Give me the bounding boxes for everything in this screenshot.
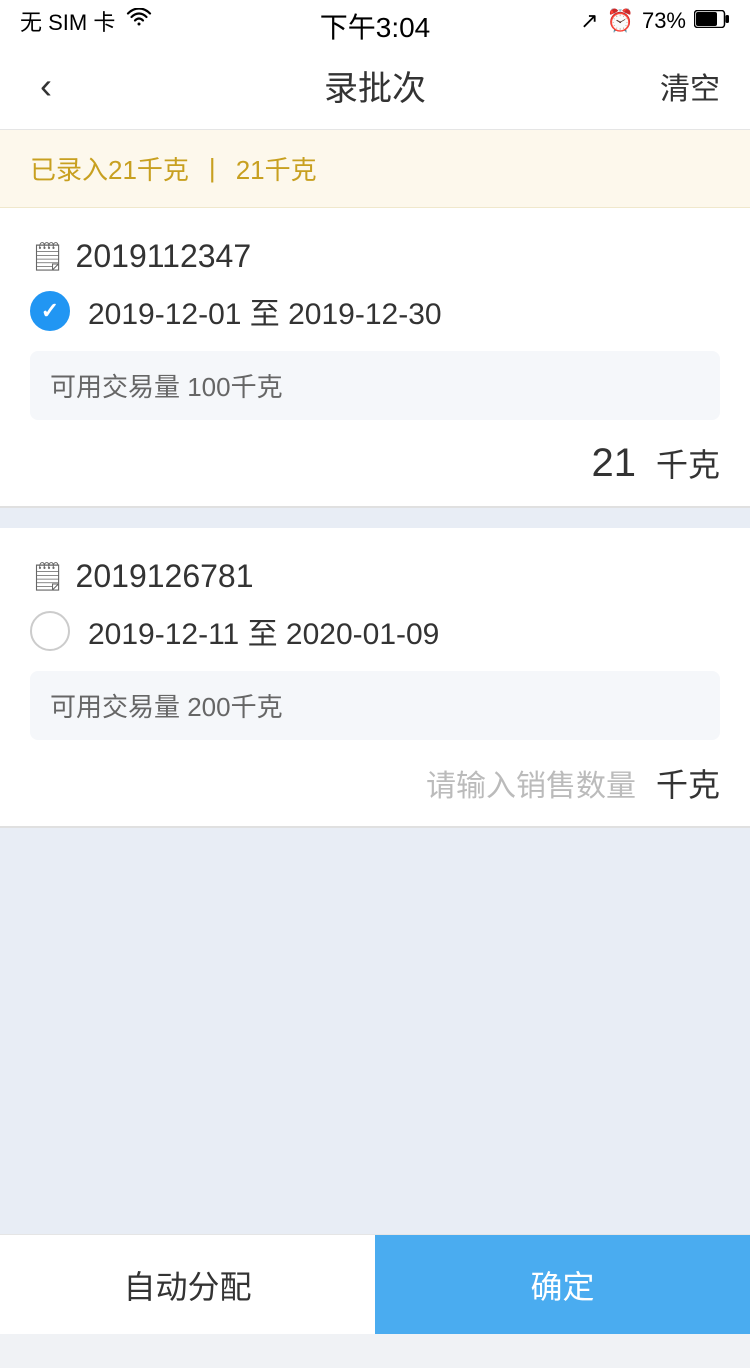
status-time: 下午3:04: [320, 6, 431, 46]
empty-area: [0, 828, 750, 1268]
info-divider: |: [209, 153, 216, 184]
batch-date-2: 2019-12-11 至 2020-01-09: [88, 609, 439, 653]
input-unit-2: 千克: [656, 760, 720, 806]
battery-icon: [694, 8, 730, 34]
clear-button[interactable]: 清空: [660, 64, 720, 108]
section-separator: [0, 508, 750, 528]
batch-id-1: 2019112347: [76, 238, 252, 275]
batch-header-1: 🗒 2019112347: [30, 238, 720, 275]
batch-icon-1: 🗒: [30, 240, 66, 273]
auto-distribute-button[interactable]: 自动分配: [0, 1235, 375, 1334]
quantity-unit-1: 千克: [656, 440, 720, 486]
batch-icon-2: 🗒: [30, 560, 66, 593]
nav-bar: ‹ 录批次 清空: [0, 42, 750, 130]
alarm-icon: ⏰: [607, 8, 634, 34]
batch-date-row-2: 2019-12-11 至 2020-01-09: [30, 609, 720, 653]
carrier-label: 无 SIM 卡: [20, 5, 115, 37]
radio-button-2[interactable]: [30, 611, 70, 651]
batch-card-2: 🗒 2019126781 2019-12-11 至 2020-01-09 可用交…: [0, 528, 750, 740]
batch-header-2: 🗒 2019126781: [30, 558, 720, 595]
confirm-button[interactable]: 确定: [375, 1235, 750, 1334]
quantity-value-1: 21: [591, 441, 636, 486]
status-left: 无 SIM 卡: [20, 5, 153, 37]
radio-button-1[interactable]: [30, 291, 70, 331]
batch-date-1: 2019-12-01 至 2019-12-30: [88, 289, 442, 333]
quantity-row-1: 21 千克: [0, 420, 750, 508]
batch-date-row-1: 2019-12-01 至 2019-12-30: [30, 289, 720, 333]
batch-available-2: 可用交易量 200千克: [30, 671, 720, 740]
status-right: ↗ ⏰ 73%: [580, 8, 730, 34]
batch-card-1: 🗒 2019112347 2019-12-01 至 2019-12-30 可用交…: [0, 208, 750, 420]
info-value: 21千克: [236, 150, 317, 187]
quantity-input-placeholder[interactable]: 请输入销售数量: [30, 761, 636, 805]
batch-available-1: 可用交易量 100千克: [30, 351, 720, 420]
input-row-2: 请输入销售数量 千克: [0, 740, 750, 828]
nav-title: 录批次: [324, 61, 426, 110]
status-bar: 无 SIM 卡 下午3:04 ↗ ⏰ 73%: [0, 0, 750, 42]
back-button[interactable]: ‹: [30, 55, 62, 117]
battery-label: 73%: [642, 8, 686, 34]
info-banner: 已录入21千克 | 21千克: [0, 130, 750, 208]
wifi-icon: [125, 8, 153, 34]
bottom-bar: 自动分配 确定: [0, 1234, 750, 1334]
recorded-label: 已录入21千克: [30, 150, 189, 187]
location-icon: ↗: [580, 8, 598, 34]
batch-id-2: 2019126781: [76, 558, 254, 595]
